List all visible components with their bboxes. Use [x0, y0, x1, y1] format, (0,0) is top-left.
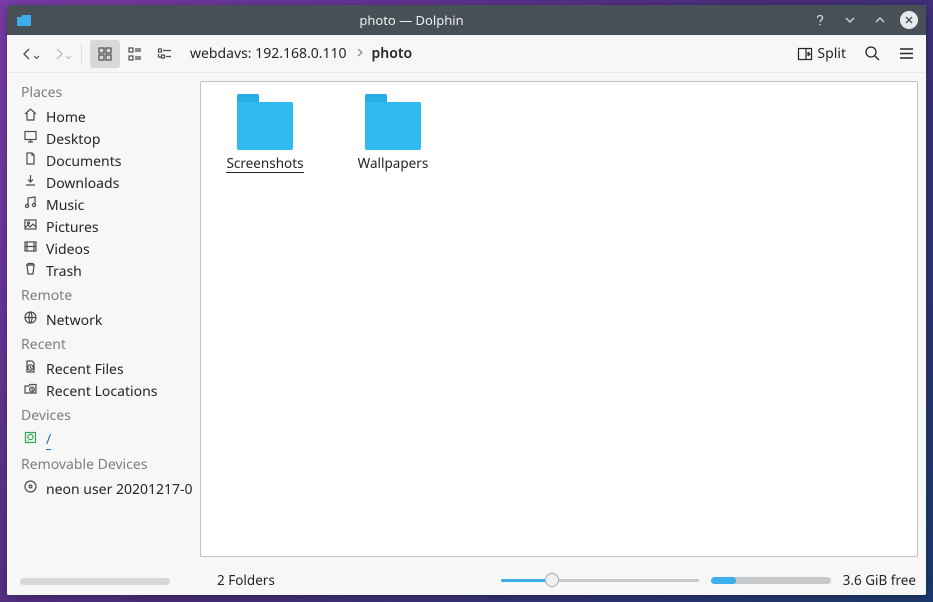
download-icon	[23, 173, 38, 193]
minimize-button[interactable]	[840, 10, 860, 30]
places-panel[interactable]: Places Home Desktop Documents Downloads Music…	[7, 73, 192, 565]
file-view[interactable]: Screenshots Wallpapers	[200, 81, 918, 557]
dolphin-window: photo — Dolphin	[7, 5, 926, 595]
maximize-button[interactable]	[870, 10, 890, 30]
home-icon	[23, 107, 38, 127]
zoom-slider[interactable]	[501, 573, 699, 587]
sidebar-item-label: Recent Files	[46, 360, 124, 379]
folder-screenshots[interactable]: Screenshots	[205, 90, 325, 177]
sidebar-item-videos[interactable]: Videos	[7, 238, 192, 260]
sidebar-item-neon-user-20201217-09-5[interactable]: neon user 20201217-09:5	[7, 478, 192, 500]
sidebar-section-title: Remote	[7, 282, 192, 309]
disk-icon	[23, 430, 38, 450]
sidebar-item-label: Network	[46, 311, 102, 330]
zoom-slider-thumb[interactable]	[545, 573, 559, 587]
recent-locations-icon	[23, 381, 38, 401]
optical-icon	[23, 479, 38, 499]
sidebar-item-label: Desktop	[46, 130, 100, 149]
sidebar-item-label: Trash	[46, 262, 82, 281]
sidebar-item-trash[interactable]: Trash	[7, 260, 192, 282]
main-area: Places Home Desktop Documents Downloads Music…	[7, 73, 926, 565]
recent-files-icon	[23, 359, 38, 379]
breadcrumb-root[interactable]: webdavs: 192.168.0.110	[190, 44, 347, 63]
trash-icon	[23, 261, 38, 281]
compact-view-button[interactable]	[120, 40, 150, 68]
sidebar-item--[interactable]: /	[7, 429, 192, 451]
disk-usage-bar	[711, 577, 831, 584]
sidebar-item-label: Downloads	[46, 174, 119, 193]
titlebar: photo — Dolphin	[7, 5, 926, 35]
sidebar-section-title: Devices	[7, 402, 192, 429]
desktop-icon	[23, 129, 38, 149]
details-view-button[interactable]	[150, 40, 180, 68]
sidebar-scrollbar[interactable]	[20, 578, 170, 585]
folder-icon	[237, 94, 293, 150]
sidebar-item-home[interactable]: Home	[7, 106, 192, 128]
dolphin-app-icon	[15, 11, 33, 29]
sidebar-item-recent-files[interactable]: Recent Files	[7, 358, 192, 380]
file-view-wrap: Screenshots Wallpapers	[192, 73, 926, 565]
sidebar-item-label: Pictures	[46, 218, 99, 237]
breadcrumb: webdavs: 192.168.0.110 photo	[184, 44, 787, 63]
free-space-label: 3.6 GiB free	[843, 571, 916, 589]
sidebar-item-downloads[interactable]: Downloads	[7, 172, 192, 194]
folder-count-label: 2 Folders	[217, 571, 275, 589]
picture-icon	[23, 217, 38, 237]
folder-wallpapers[interactable]: Wallpapers	[333, 90, 453, 177]
folder-icon	[365, 94, 421, 150]
document-icon	[23, 151, 38, 171]
toolbar: webdavs: 192.168.0.110 photo Split	[7, 35, 926, 73]
sidebar-item-documents[interactable]: Documents	[7, 150, 192, 172]
music-icon	[23, 195, 38, 215]
sidebar-item-label: Music	[46, 196, 84, 215]
sidebar-item-label: neon user 20201217-09:5	[46, 480, 192, 499]
sidebar-section-title: Places	[7, 79, 192, 106]
folder-label: Wallpapers	[358, 154, 429, 172]
toolbar-right: Split	[791, 40, 920, 68]
sidebar-item-label: /	[46, 430, 51, 450]
video-icon	[23, 239, 38, 259]
hamburger-menu-button[interactable]	[892, 40, 920, 68]
sidebar-item-music[interactable]: Music	[7, 194, 192, 216]
chevron-right-icon	[355, 44, 364, 63]
sidebar-item-desktop[interactable]: Desktop	[7, 128, 192, 150]
sidebar-item-label: Documents	[46, 152, 121, 171]
split-view-label: Split	[817, 44, 846, 63]
forward-button[interactable]	[45, 40, 73, 68]
help-button[interactable]	[810, 10, 830, 30]
sidebar-section-title: Removable Devices	[7, 451, 192, 478]
network-icon	[23, 310, 38, 330]
sidebar-item-recent-locations[interactable]: Recent Locations	[7, 380, 192, 402]
forward-history-dropdown-icon[interactable]	[65, 44, 72, 66]
toolbar-separator	[81, 43, 82, 65]
sidebar-item-label: Videos	[46, 240, 90, 259]
icons-view-button[interactable]	[90, 40, 120, 68]
titlebar-buttons	[810, 10, 918, 30]
sidebar-item-label: Recent Locations	[46, 382, 157, 401]
back-history-dropdown-icon[interactable]	[33, 44, 40, 66]
folder-label: Screenshots	[226, 154, 303, 173]
search-button[interactable]	[858, 40, 886, 68]
sidebar-item-label: Home	[46, 108, 86, 127]
sidebar-section-title: Recent	[7, 331, 192, 358]
breadcrumb-current[interactable]: photo	[372, 44, 413, 63]
close-button[interactable]	[900, 11, 918, 29]
sidebar-item-pictures[interactable]: Pictures	[7, 216, 192, 238]
window-title: photo — Dolphin	[39, 11, 804, 29]
sidebar-item-network[interactable]: Network	[7, 309, 192, 331]
split-view-button[interactable]: Split	[791, 40, 852, 68]
view-mode-group	[90, 40, 180, 68]
back-button[interactable]	[13, 40, 41, 68]
